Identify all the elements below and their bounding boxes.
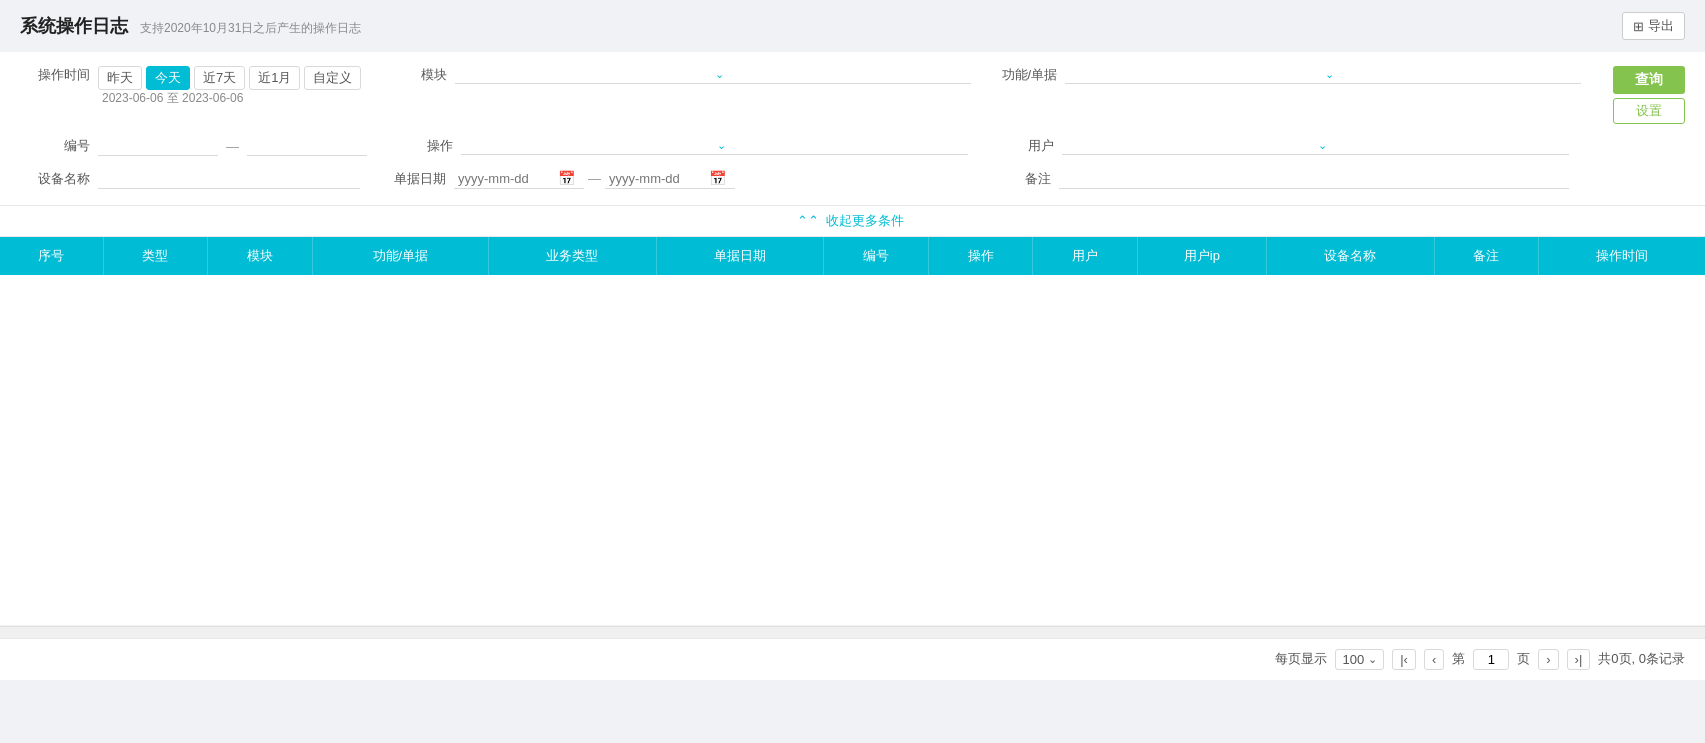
export-icon: ⊞ [1633,19,1644,34]
col-date: 单据日期 [656,237,824,275]
filter-panel: 操作时间 昨天 今天 近7天 近1月 自定义 2023-06-06 至 2023… [0,52,1705,206]
page-number-input[interactable] [1473,649,1509,670]
device-input[interactable] [98,169,360,189]
page-subtitle: 支持2020年10月31日之后产生的操作日志 [140,20,361,37]
operation-select[interactable]: ⌄ [461,137,968,155]
module-label: 模块 [377,66,447,84]
calendar-start-icon[interactable]: 📅 [558,170,575,186]
note-input[interactable] [1059,169,1570,189]
time-btn-today[interactable]: 今天 [146,66,190,90]
col-function: 功能/单据 [312,237,488,275]
function-arrow-icon: ⌄ [1325,68,1577,81]
collapse-bar[interactable]: ⌃⌃ 收起更多条件 [0,206,1705,237]
col-type: 类型 [103,237,207,275]
first-page-button[interactable]: |‹ [1392,649,1416,670]
empty-cell [0,275,1705,625]
table-header-row: 序号 类型 模块 功能/单据 业务类型 单据日期 编号 操作 用户 用户ip 设… [0,237,1705,275]
collapse-icon: ⌃⌃ [797,213,819,228]
time-btn-7days[interactable]: 近7天 [194,66,245,90]
col-op-time: 操作时间 [1538,237,1705,275]
date-end-input[interactable] [609,171,709,186]
col-code: 编号 [824,237,928,275]
module-select[interactable]: ⌄ [455,66,971,84]
col-user-ip: 用户ip [1137,237,1266,275]
operation-label: 操作 [383,137,453,155]
page-title: 系统操作日志 [20,14,128,38]
date-start-wrap: 📅 [454,168,584,189]
time-btn-1month[interactable]: 近1月 [249,66,300,90]
code-start-input[interactable] [98,136,218,156]
export-label: 导出 [1648,17,1674,35]
table-container: 序号 类型 模块 功能/单据 业务类型 单据日期 编号 操作 用户 用户ip 设… [0,237,1705,626]
col-biz-type: 业务类型 [489,237,657,275]
date-end-wrap: 📅 [605,168,735,189]
table-body [0,275,1705,625]
page-unit: 页 [1517,650,1530,668]
col-operation: 操作 [928,237,1032,275]
settings-button[interactable]: 设置 [1613,98,1685,124]
function-label: 功能/单据 [987,66,1057,84]
col-device: 设备名称 [1266,237,1434,275]
page-size-value: 100 [1342,652,1364,667]
col-note: 备注 [1434,237,1538,275]
page-header: 系统操作日志 支持2020年10月31日之后产生的操作日志 ⊞ 导出 [0,0,1705,52]
action-buttons: 查询 设置 [1613,66,1685,124]
collapse-label: 收起更多条件 [826,213,904,228]
user-arrow-icon: ⌄ [1318,139,1566,152]
user-select[interactable]: ⌄ [1062,137,1569,155]
page-size-label: 每页显示 [1275,650,1327,668]
col-module: 模块 [208,237,312,275]
code-label: 编号 [20,137,90,155]
next-page-button[interactable]: › [1538,649,1558,670]
operation-arrow-icon: ⌄ [717,139,965,152]
pagination-bar: 每页显示 100 ⌄ |‹ ‹ 第 页 › ›| 共0页, 0条记录 [0,638,1705,680]
col-index: 序号 [0,237,103,275]
col-user: 用户 [1033,237,1137,275]
page-size-arrow-icon: ⌄ [1368,653,1377,666]
date-label: 单据日期 [376,170,446,188]
function-select[interactable]: ⌄ [1065,66,1581,84]
user-label: 用户 [984,137,1054,155]
device-label: 设备名称 [20,170,90,188]
page-label: 第 [1452,650,1465,668]
code-end-input[interactable] [247,136,367,156]
export-button[interactable]: ⊞ 导出 [1622,12,1685,40]
total-text: 共0页, 0条记录 [1598,650,1685,668]
date-start-input[interactable] [458,171,558,186]
time-range: 2023-06-06 至 2023-06-06 [102,90,361,107]
page-size-select[interactable]: 100 ⌄ [1335,649,1384,670]
time-btn-yesterday[interactable]: 昨天 [98,66,142,90]
prev-page-button[interactable]: ‹ [1424,649,1444,670]
time-label: 操作时间 [20,66,90,84]
data-table: 序号 类型 模块 功能/单据 业务类型 单据日期 编号 操作 用户 用户ip 设… [0,237,1705,626]
last-page-button[interactable]: ›| [1567,649,1591,670]
note-label: 备注 [981,170,1051,188]
time-btn-custom[interactable]: 自定义 [304,66,361,90]
module-arrow-icon: ⌄ [715,68,967,81]
query-button[interactable]: 查询 [1613,66,1685,94]
horizontal-scrollbar[interactable] [0,626,1705,638]
calendar-end-icon[interactable]: 📅 [709,170,726,186]
